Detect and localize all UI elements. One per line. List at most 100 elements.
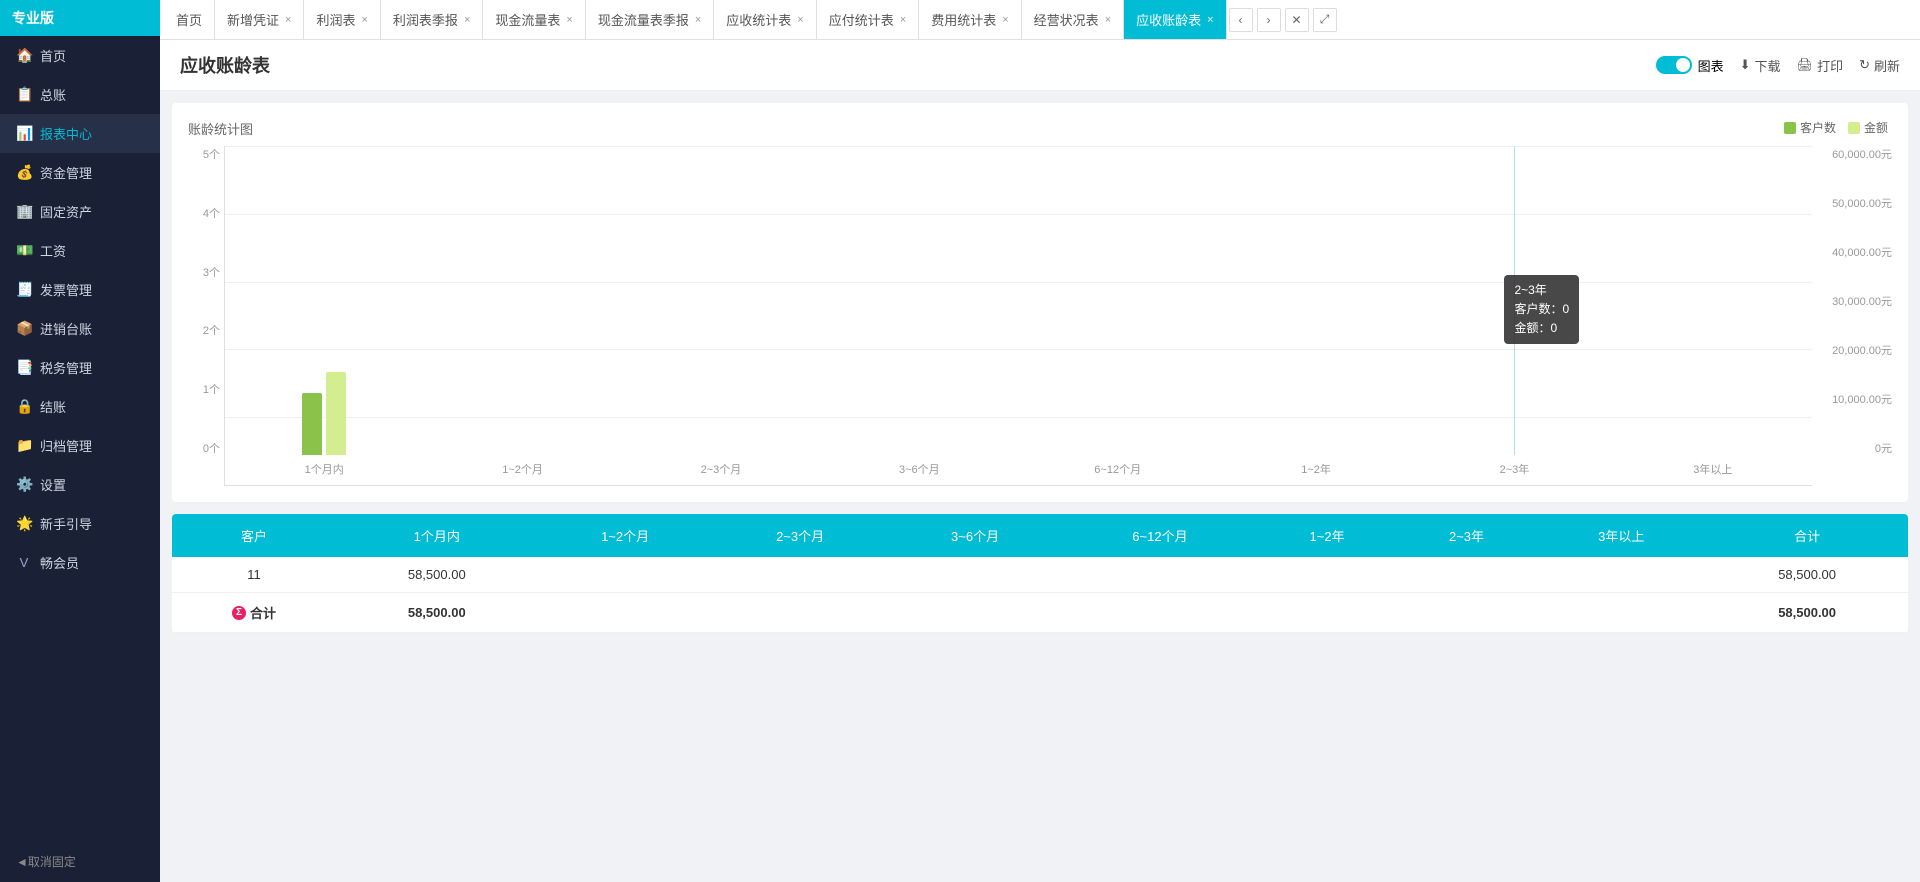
tab-aging-label: 应收账龄表 [1136, 10, 1201, 29]
download-btn[interactable]: ⬇ 下载 [1740, 56, 1781, 75]
cell-m36 [888, 557, 1063, 593]
home-icon: 🏠 [16, 47, 32, 64]
cell-total-y12 [1257, 593, 1396, 633]
tab-cashflow-close[interactable]: × [566, 14, 572, 26]
tab-profit[interactable]: 利润表 × [304, 0, 380, 40]
tab-cashflow-quarter[interactable]: 现金流量表季报 × [586, 0, 714, 40]
legend-customer: 客户数 [1784, 119, 1836, 136]
tab-new-voucher[interactable]: 新增凭证 × [215, 0, 304, 40]
tab-aging-close[interactable]: × [1207, 14, 1213, 26]
app-logo: 专业版 [0, 0, 160, 36]
cell-m612 [1063, 557, 1258, 593]
tab-profit-quarter-close[interactable]: × [464, 14, 470, 26]
y-right-10000: 10,000.00元 [1832, 391, 1892, 407]
x-label-y23: 2~3年 [1415, 455, 1613, 485]
header-actions: 图表 ⬇ 下载 🖨 打印 ↻ 刷新 [1656, 56, 1900, 75]
cell-total-y3plus [1536, 593, 1706, 633]
bar-group-m12 [423, 146, 621, 455]
sidebar-item-report[interactable]: 📊 报表中心 [0, 114, 160, 153]
th-customer: 客户 [172, 514, 336, 557]
cell-m12 [538, 557, 713, 593]
y-left-3: 3个 [203, 264, 220, 280]
tab-expense-stats[interactable]: 费用统计表 × [919, 0, 1021, 40]
print-btn[interactable]: 🖨 打印 [1797, 56, 1844, 75]
tab-prev-btn[interactable]: ‹ [1229, 8, 1253, 32]
ledger-icon: 📋 [16, 86, 32, 103]
x-label-m1: 1个月内 [225, 455, 423, 485]
tab-close-btn[interactable]: ✕ [1285, 8, 1309, 32]
tax-icon: 📑 [16, 359, 32, 376]
sidebar-item-purchase[interactable]: 📦 进销台账 [0, 309, 160, 348]
cell-y3plus [1536, 557, 1706, 593]
refresh-btn[interactable]: ↻ 刷新 [1859, 56, 1900, 75]
tab-cashflow[interactable]: 现金流量表 × [483, 0, 585, 40]
tab-next-btn[interactable]: › [1257, 8, 1281, 32]
cell-m1: 58,500.00 [336, 557, 538, 593]
tab-profit-quarter[interactable]: 利润表季报 × [381, 0, 483, 40]
chart-toggle[interactable]: 图表 [1656, 56, 1724, 75]
sidebar-item-tax[interactable]: 📑 税务管理 [0, 348, 160, 387]
y-left-0: 0个 [203, 440, 220, 456]
tab-new-voucher-close[interactable]: × [285, 14, 291, 26]
sidebar-item-guide[interactable]: 🌟 新手引导 [0, 504, 160, 543]
tab-aging[interactable]: 应收账龄表 × [1124, 0, 1226, 40]
tab-home[interactable]: 首页 [164, 0, 215, 40]
tab-expense-stats-close[interactable]: × [1002, 14, 1008, 26]
sidebar-item-archive[interactable]: 📁 归档管理 [0, 426, 160, 465]
cell-total-m23 [713, 593, 888, 633]
cell-total-m612 [1063, 593, 1258, 633]
sidebar-collapse-btn[interactable]: ◄取消固定 [0, 841, 160, 882]
sidebar-item-member[interactable]: V 畅会员 [0, 543, 160, 582]
cell-m23 [713, 557, 888, 593]
cell-total-y23 [1397, 593, 1536, 633]
sidebar-item-home[interactable]: 🏠 首页 [0, 36, 160, 75]
tab-home-label: 首页 [176, 10, 202, 29]
tab-receivable-stats[interactable]: 应收统计表 × [714, 0, 816, 40]
sidebar-item-ledger[interactable]: 📋 总账 [0, 75, 160, 114]
sidebar-item-fund[interactable]: 💰 资金管理 [0, 153, 160, 192]
tab-expense-stats-label: 费用统计表 [931, 10, 996, 29]
download-icon: ⬇ [1740, 57, 1751, 73]
y-right-40000: 40,000.00元 [1832, 244, 1892, 260]
tab-payable-stats[interactable]: 应付统计表 × [817, 0, 919, 40]
chart-bars [225, 146, 1812, 455]
bar-group-m612 [1019, 146, 1217, 455]
chart-title: 账龄统计图 [188, 119, 1892, 138]
tab-cashflow-quarter-close[interactable]: × [695, 14, 701, 26]
x-label-m23: 2~3个月 [622, 455, 820, 485]
cell-customer: 11 [172, 557, 336, 593]
x-label-m36: 3~6个月 [820, 455, 1018, 485]
report-icon: 📊 [16, 125, 32, 142]
sidebar-item-asset[interactable]: 🏢 固定资产 [0, 192, 160, 231]
asset-icon: 🏢 [16, 203, 32, 220]
refresh-icon: ↻ [1859, 57, 1870, 73]
sidebar-item-ledger-label: 总账 [40, 85, 66, 104]
tab-expand-btn[interactable]: ⤢ [1313, 8, 1337, 32]
chart-x-labels: 1个月内 1~2个月 2~3个月 3~6个月 6~12个月 1~2年 2~3年 … [225, 455, 1812, 485]
sidebar-item-member-label: 畅会员 [40, 553, 79, 572]
tab-profit-close[interactable]: × [361, 14, 367, 26]
sidebar-item-invoice[interactable]: 🧾 发票管理 [0, 270, 160, 309]
tab-payable-stats-close[interactable]: × [900, 14, 906, 26]
bar-group-y12 [1217, 146, 1415, 455]
cell-total-sum: 58,500.00 [1706, 593, 1908, 633]
tab-business-status[interactable]: 经营状况表 × [1022, 0, 1124, 40]
sidebar-item-salary[interactable]: 💵 工资 [0, 231, 160, 270]
sidebar-item-salary-label: 工资 [40, 241, 66, 260]
chart-container: 5个 4个 3个 2个 1个 0个 [188, 146, 1892, 486]
sidebar-item-close[interactable]: 🔒 结账 [0, 387, 160, 426]
toggle-track[interactable] [1656, 56, 1692, 74]
sidebar-item-settings[interactable]: ⚙️ 设置 [0, 465, 160, 504]
tab-business-status-close[interactable]: × [1105, 14, 1111, 26]
cell-total-label: Σ 合计 [172, 593, 336, 633]
sidebar-collapse-label: ◄取消固定 [16, 853, 76, 870]
sidebar-item-guide-label: 新手引导 [40, 514, 92, 533]
refresh-label: 刷新 [1874, 56, 1900, 75]
chart-toggle-label: 图表 [1698, 56, 1724, 75]
x-label-m12: 1~2个月 [423, 455, 621, 485]
tab-receivable-stats-close[interactable]: × [797, 14, 803, 26]
table-header-row: 客户 1个月内 1~2个月 2~3个月 3~6个月 6~12个月 1~2年 2~… [172, 514, 1908, 557]
cell-y12 [1257, 557, 1396, 593]
tab-profit-quarter-label: 利润表季报 [393, 10, 458, 29]
sidebar-item-close-label: 结账 [40, 397, 66, 416]
